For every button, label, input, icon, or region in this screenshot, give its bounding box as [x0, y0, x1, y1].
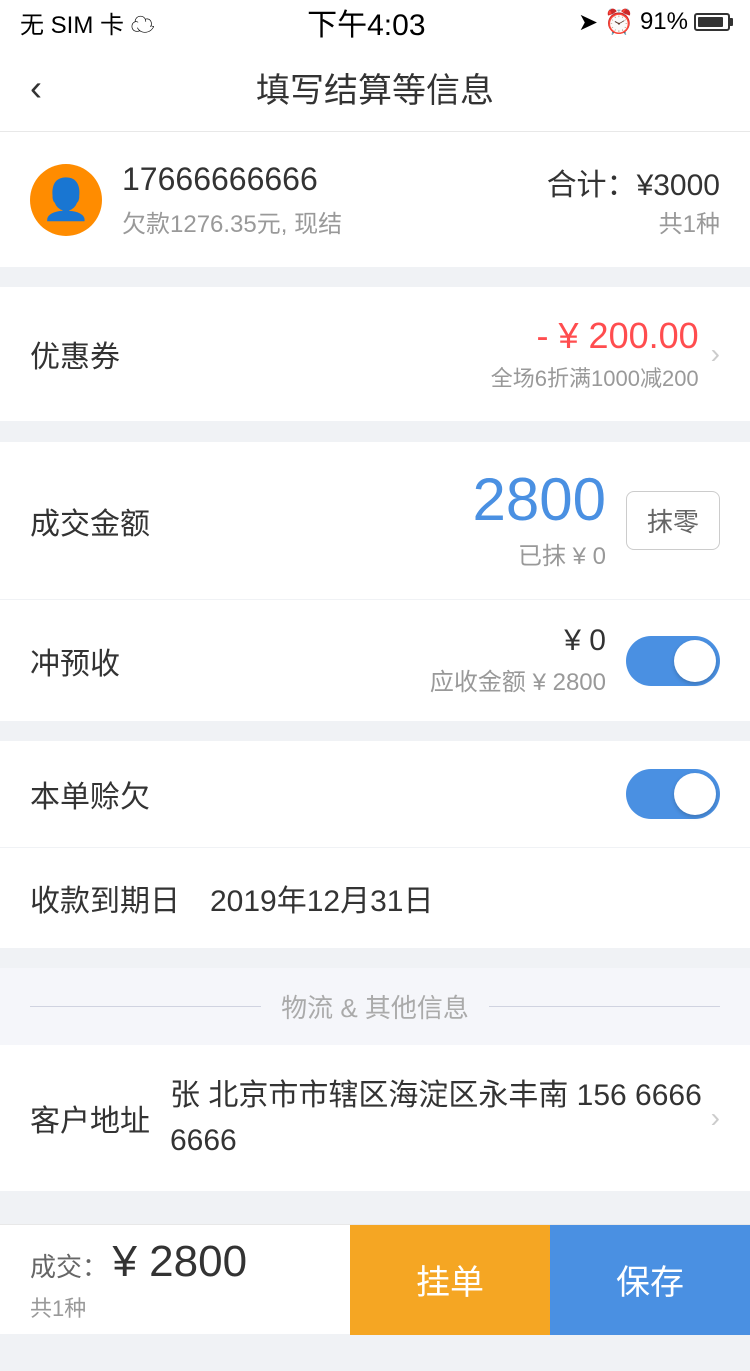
- duedate-section: 收款到期日 2019年12月31日: [0, 847, 750, 948]
- section-divider-1: [0, 267, 750, 287]
- prereceive-toggle[interactable]: [626, 636, 720, 686]
- deal-amount-wrap: 2800 已抹 ¥ 0: [473, 470, 606, 571]
- arrears-section: 本单赊欠: [0, 741, 750, 847]
- customer-info: 17666666666 欠款1276.35元, 现结: [122, 161, 342, 239]
- page-title: 填写结算等信息: [256, 63, 494, 112]
- arrears-toggle-knob: [674, 773, 716, 815]
- deal-amount-value: 2800: [473, 470, 606, 530]
- bottom-deal-label: 成交：: [30, 1252, 108, 1282]
- location-icon: ➤: [578, 8, 598, 37]
- coupon-amount: - ¥ 200.00: [491, 315, 699, 357]
- address-value: 张 北京市市辖区海淀区永丰南 156 6666 6666: [170, 1073, 711, 1163]
- total-count: 共1种: [547, 204, 720, 239]
- customer-phone: 17666666666: [122, 161, 342, 198]
- logistics-text: 物流 & 其他信息: [281, 988, 469, 1025]
- coupon-desc: 全场6折满1000减200: [491, 361, 699, 393]
- battery-icon: [694, 13, 730, 31]
- prereceive-label: 冲预收: [30, 639, 120, 683]
- bottom-summary: 成交： ¥ 2800 共1种: [0, 1237, 350, 1323]
- arrears-label: 本单赊欠: [30, 772, 150, 816]
- address-chevron-icon: ›: [711, 1102, 720, 1134]
- sim-signal: 无 SIM 卡 ☁: [20, 5, 155, 40]
- address-section[interactable]: 客户地址 张 北京市市辖区海淀区永丰南 156 6666 6666 ›: [0, 1045, 750, 1191]
- status-left: 无 SIM 卡 ☁: [20, 5, 155, 40]
- prereceive-section: 冲预收 ¥ 0 应收金额 ¥ 2800: [0, 599, 750, 721]
- divider-line-right: [489, 1006, 720, 1007]
- battery-percent: 91%: [640, 8, 688, 36]
- back-button[interactable]: ‹: [30, 67, 42, 109]
- content-area: 👤 17666666666 欠款1276.35元, 现结 合计：¥3000 共1…: [0, 132, 750, 1371]
- deal-amount-label: 成交金额: [30, 499, 150, 543]
- customer-debt: 欠款1276.35元, 现结: [122, 204, 342, 239]
- avatar-icon: 👤: [41, 176, 91, 223]
- status-time: 下午4:03: [307, 0, 425, 44]
- customer-right: 合计：¥3000 共1种: [547, 160, 720, 239]
- deal-erased: 已抹 ¥ 0: [473, 536, 606, 571]
- divider-line-left: [30, 1006, 261, 1007]
- section-divider-4: [0, 948, 750, 968]
- erase-zero-button[interactable]: 抹零: [626, 491, 720, 550]
- alarm-icon: ⏰: [604, 8, 634, 37]
- total-amount: 合计：¥3000: [547, 160, 720, 204]
- duedate-value: 2019年12月31日: [210, 876, 433, 920]
- prereceive-receivable: 应收金额 ¥ 2800: [430, 662, 606, 697]
- prereceive-amount-wrap: ¥ 0 应收金额 ¥ 2800: [430, 624, 606, 697]
- duedate-label: 收款到期日: [30, 876, 180, 920]
- prereceive-right: ¥ 0 应收金额 ¥ 2800: [430, 624, 720, 697]
- coupon-label: 优惠券: [30, 332, 120, 376]
- deal-amount-section: 成交金额 2800 已抹 ¥ 0 抹零: [0, 442, 750, 599]
- toggle-knob: [674, 640, 716, 682]
- bottom-bar: 成交： ¥ 2800 共1种 挂单 保存: [0, 1224, 750, 1334]
- pending-button[interactable]: 挂单: [350, 1225, 550, 1335]
- bottom-deal-row: 成交： ¥ 2800: [30, 1237, 320, 1287]
- section-divider-3: [0, 721, 750, 741]
- arrears-toggle[interactable]: [626, 769, 720, 819]
- logistics-divider: 物流 & 其他信息: [0, 968, 750, 1045]
- address-label: 客户地址: [30, 1096, 150, 1140]
- save-button[interactable]: 保存: [550, 1225, 750, 1335]
- coupon-row[interactable]: 优惠券 - ¥ 200.00 全场6折满1000减200 ›: [0, 287, 750, 422]
- customer-card: 👤 17666666666 欠款1276.35元, 现结 合计：¥3000 共1…: [0, 132, 750, 267]
- status-right: ➤ ⏰ 91%: [578, 8, 730, 37]
- avatar: 👤: [30, 164, 102, 236]
- nav-bar: ‹ 填写结算等信息: [0, 44, 750, 132]
- coupon-chevron-icon: ›: [711, 338, 720, 370]
- deal-right: 2800 已抹 ¥ 0 抹零: [473, 470, 721, 571]
- coupon-right: - ¥ 200.00 全场6折满1000减200 ›: [491, 315, 720, 393]
- prereceive-amount: ¥ 0: [430, 624, 606, 658]
- status-bar: 无 SIM 卡 ☁ 下午4:03 ➤ ⏰ 91%: [0, 0, 750, 44]
- bottom-deal-amount: ¥ 2800: [112, 1237, 247, 1286]
- bottom-deal-count: 共1种: [30, 1291, 320, 1323]
- section-divider-2: [0, 422, 750, 442]
- customer-left: 👤 17666666666 欠款1276.35元, 现结: [30, 161, 342, 239]
